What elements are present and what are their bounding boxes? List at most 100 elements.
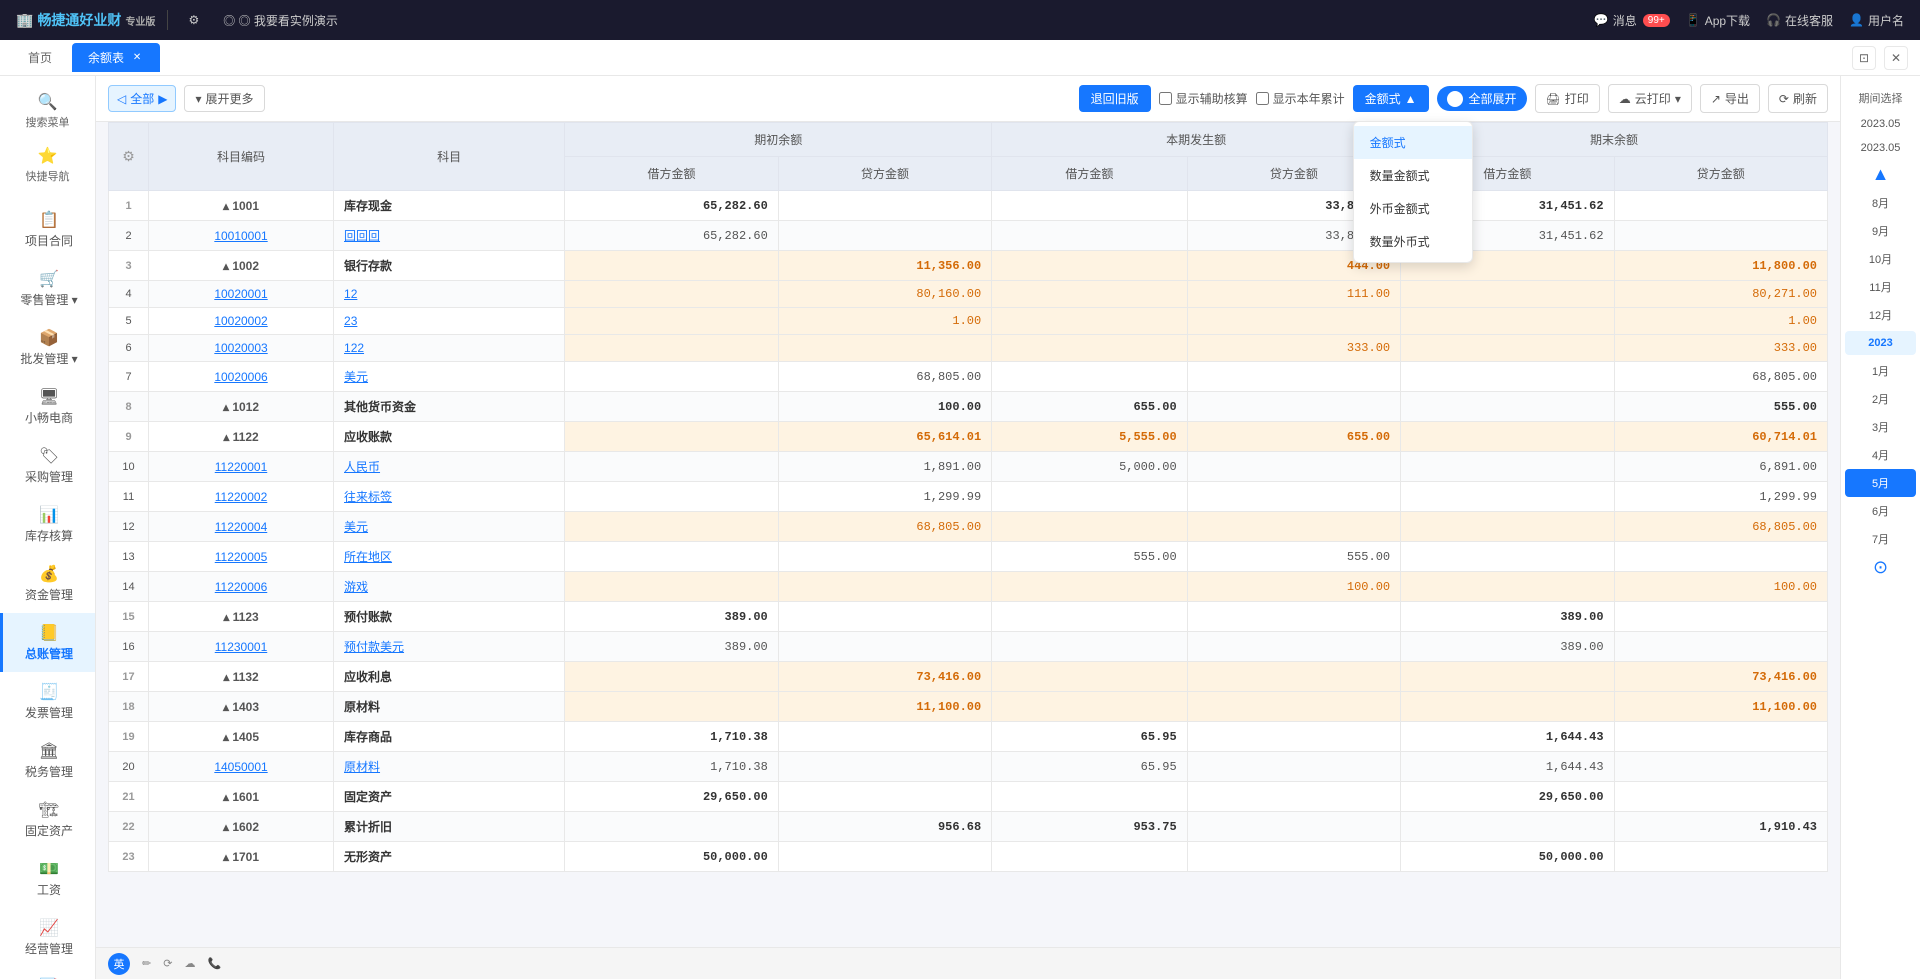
table-row[interactable]: 6 10020003 122 333.00 333.00 bbox=[109, 335, 1828, 362]
row-code[interactable]: 10020002 bbox=[149, 308, 334, 335]
print-btn[interactable]: 🖨 打印 bbox=[1535, 84, 1600, 113]
row-name[interactable]: 游戏 bbox=[334, 572, 565, 602]
row-name[interactable]: 无形资产 bbox=[334, 842, 565, 872]
row-code[interactable]: 10010001 bbox=[149, 221, 334, 251]
row-name[interactable]: 美元 bbox=[334, 512, 565, 542]
sidebar-item-project[interactable]: 📋 项目合同 bbox=[0, 200, 95, 259]
row-code[interactable]: ▴ 1012 bbox=[149, 392, 334, 422]
row-name[interactable]: 累计折旧 bbox=[334, 812, 565, 842]
sidebar-item-capital[interactable]: 💰 资金管理 bbox=[0, 554, 95, 613]
sidebar-item-reports[interactable]: 📝 小畅报销 bbox=[0, 967, 95, 979]
table-row[interactable]: 19 ▴ 1405 库存商品 1,710.38 65.95 1,644.43 bbox=[109, 722, 1828, 752]
export-btn[interactable]: ↗ 导出 bbox=[1700, 84, 1760, 113]
period-2023-05-end[interactable]: 2023.05 bbox=[1841, 136, 1920, 160]
period-may-active[interactable]: 5月 bbox=[1845, 469, 1916, 497]
row-name[interactable]: 库存商品 bbox=[334, 722, 565, 752]
period-oct[interactable]: 10月 bbox=[1841, 245, 1920, 273]
notification-btn[interactable]: 💬 消息 99+ bbox=[1594, 12, 1670, 29]
table-row[interactable]: 10 11220001 人民币 1,891.00 5,000.00 6,891.… bbox=[109, 452, 1828, 482]
period-dec[interactable]: 12月 bbox=[1841, 301, 1920, 329]
table-row[interactable]: 2 10010001 回回回 65,282.60 33,830.98 31,45… bbox=[109, 221, 1828, 251]
row-name[interactable]: 回回回 bbox=[334, 221, 565, 251]
sidebar-item-salary[interactable]: 💵 工资 bbox=[0, 849, 95, 908]
show-ytd-checkbox[interactable]: 显示本年累计 bbox=[1256, 90, 1345, 107]
table-row[interactable]: 9 ▴ 1122 应收账款 65,614.01 5,555.00 655.00 … bbox=[109, 422, 1828, 452]
bottom-phone-btn[interactable]: 📞 bbox=[207, 957, 221, 970]
period-mar[interactable]: 3月 bbox=[1841, 413, 1920, 441]
period-2023-05-start[interactable]: 2023.05 bbox=[1841, 112, 1920, 136]
table-row[interactable]: 5 10020002 23 1.00 1.00 bbox=[109, 308, 1828, 335]
bottom-sync-btn[interactable]: ⟳ bbox=[163, 957, 172, 970]
row-code[interactable]: ▴ 1601 bbox=[149, 782, 334, 812]
format-option-qty-foreign[interactable]: 数量外币式 bbox=[1354, 225, 1472, 258]
sidebar-item-ecommerce[interactable]: 🖥 小畅电商 bbox=[0, 377, 95, 436]
period-year-2023[interactable]: 2023 bbox=[1845, 331, 1916, 355]
row-code[interactable]: 11220006 bbox=[149, 572, 334, 602]
row-name[interactable]: 原材料 bbox=[334, 692, 565, 722]
table-row[interactable]: 21 ▴ 1601 固定资产 29,650.00 29,650.00 bbox=[109, 782, 1828, 812]
period-aug[interactable]: 8月 bbox=[1841, 189, 1920, 217]
row-name[interactable]: 预付款美元 bbox=[334, 632, 565, 662]
table-row[interactable]: 7 10020006 美元 68,805.00 68,805.00 bbox=[109, 362, 1828, 392]
auxiliary-check[interactable] bbox=[1159, 92, 1172, 105]
row-code[interactable]: ▴ 1002 bbox=[149, 251, 334, 281]
period-up-arrow[interactable]: ▲ bbox=[1872, 164, 1890, 185]
row-code[interactable]: 11220002 bbox=[149, 482, 334, 512]
row-name[interactable]: 所在地区 bbox=[334, 542, 565, 572]
period-jan[interactable]: 1月 bbox=[1841, 357, 1920, 385]
table-row[interactable]: 23 ▴ 1701 无形资产 50,000.00 50,000.00 bbox=[109, 842, 1828, 872]
table-row[interactable]: 18 ▴ 1403 原材料 11,100.00 11,100.00 bbox=[109, 692, 1828, 722]
row-name[interactable]: 预付账款 bbox=[334, 602, 565, 632]
row-code[interactable]: 11230001 bbox=[149, 632, 334, 662]
tab-balance[interactable]: 余额表 ✕ bbox=[72, 43, 160, 72]
row-code[interactable]: ▴ 1122 bbox=[149, 422, 334, 452]
row-code[interactable]: ▴ 1001 bbox=[149, 191, 334, 221]
table-row[interactable]: 12 11220004 美元 68,805.00 68,805.00 bbox=[109, 512, 1828, 542]
period-nov[interactable]: 11月 bbox=[1841, 273, 1920, 301]
row-code[interactable]: 14050001 bbox=[149, 752, 334, 782]
table-row[interactable]: 1 ▴ 1001 库存现金 65,282.60 33,830.98 31,451… bbox=[109, 191, 1828, 221]
period-feb[interactable]: 2月 bbox=[1841, 385, 1920, 413]
row-code[interactable]: ▴ 1602 bbox=[149, 812, 334, 842]
row-name[interactable]: 122 bbox=[334, 335, 565, 362]
table-row[interactable]: 20 14050001 原材料 1,710.38 65.95 1,644.43 bbox=[109, 752, 1828, 782]
sidebar-search[interactable]: 🔍 搜索菜单 bbox=[26, 84, 70, 138]
row-code[interactable]: ▴ 1123 bbox=[149, 602, 334, 632]
expand-more-btn[interactable]: ▾ 展开更多 bbox=[184, 85, 264, 112]
row-name[interactable]: 美元 bbox=[334, 362, 565, 392]
app-download-btn[interactable]: 📱 App下载 bbox=[1686, 12, 1750, 29]
row-code[interactable]: 10020006 bbox=[149, 362, 334, 392]
row-code[interactable]: 10020001 bbox=[149, 281, 334, 308]
table-row[interactable]: 4 10020001 12 80,160.00 111.00 80,271.00 bbox=[109, 281, 1828, 308]
bottom-cloud-btn[interactable]: ☁ bbox=[184, 957, 195, 970]
online-service-btn[interactable]: 🎧 在线客服 bbox=[1766, 12, 1833, 29]
cloud-print-btn[interactable]: ☁ 云打印 ▾ bbox=[1608, 84, 1692, 113]
table-row[interactable]: 13 11220005 所在地区 555.00 555.00 bbox=[109, 542, 1828, 572]
row-code[interactable]: 10020003 bbox=[149, 335, 334, 362]
period-sep[interactable]: 9月 bbox=[1841, 217, 1920, 245]
row-name[interactable]: 其他货币资金 bbox=[334, 392, 565, 422]
sidebar-item-assets[interactable]: 🏗 固定资产 bbox=[0, 790, 95, 849]
bottom-edit-btn[interactable]: ✏ bbox=[142, 957, 151, 970]
table-row[interactable]: 11 11220002 往来标签 1,299.99 1,299.99 bbox=[109, 482, 1828, 512]
back-old-version-btn[interactable]: 退回旧版 bbox=[1079, 85, 1151, 112]
win-restore-btn[interactable]: ⊡ bbox=[1852, 46, 1876, 70]
row-name[interactable]: 应收账款 bbox=[334, 422, 565, 452]
sidebar-item-invoice[interactable]: 🧾 发票管理 bbox=[0, 672, 95, 731]
sidebar-item-wholesale[interactable]: 📦 批发管理 ▾ bbox=[0, 318, 95, 377]
expand-all-toggle[interactable]: 全部展开 bbox=[1437, 86, 1527, 111]
table-settings-icon[interactable]: ⚙ bbox=[122, 148, 135, 164]
row-code[interactable]: ▴ 1701 bbox=[149, 842, 334, 872]
user-avatar[interactable]: 👤 用户名 bbox=[1849, 12, 1904, 29]
table-row[interactable]: 14 11220006 游戏 100.00 100.00 bbox=[109, 572, 1828, 602]
table-row[interactable]: 8 ▴ 1012 其他货币资金 100.00 655.00 555.00 bbox=[109, 392, 1828, 422]
breadcrumb-all[interactable]: ◁ 全部 ▶ bbox=[108, 85, 176, 112]
row-code[interactable]: ▴ 1403 bbox=[149, 692, 334, 722]
row-name[interactable]: 固定资产 bbox=[334, 782, 565, 812]
row-name[interactable]: 23 bbox=[334, 308, 565, 335]
sidebar-item-tax[interactable]: 🏛 税务管理 bbox=[0, 731, 95, 790]
table-row[interactable]: 3 ▴ 1002 银行存款 11,356.00 444.00 11,800.00 bbox=[109, 251, 1828, 281]
row-code[interactable]: 11220001 bbox=[149, 452, 334, 482]
row-code[interactable]: 11220005 bbox=[149, 542, 334, 572]
th-settings[interactable]: ⚙ bbox=[109, 123, 149, 191]
